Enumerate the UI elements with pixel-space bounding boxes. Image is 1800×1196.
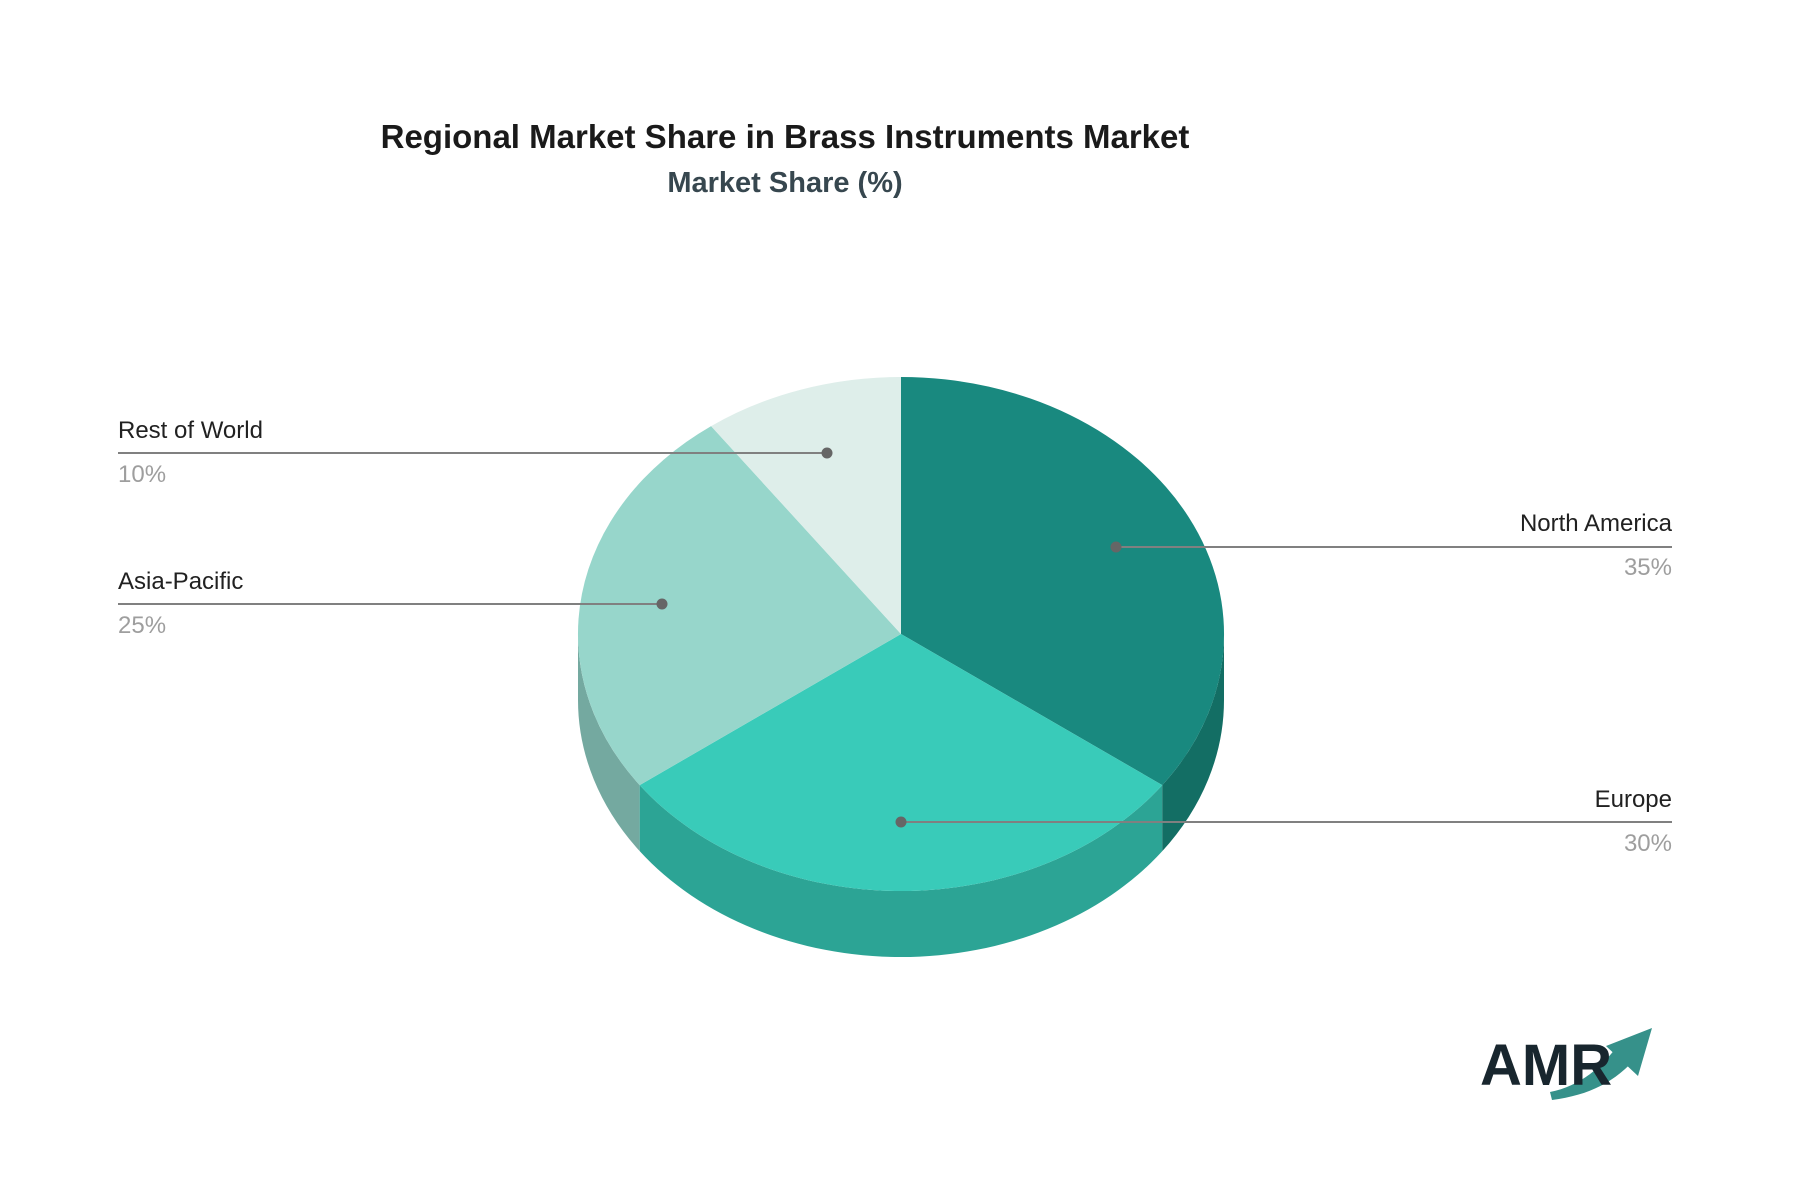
chart-canvas: Regional Market Share in Brass Instrumen…	[0, 0, 1800, 1196]
value-north-america: 35%	[1623, 554, 1672, 581]
amr-logo: AMR	[1480, 1036, 1670, 1126]
label-rest-of-world: Rest of World	[118, 417, 263, 444]
label-north-america: North America	[1519, 510, 1672, 537]
value-europe: 30%	[1623, 830, 1672, 857]
label-europe: Europe	[1594, 786, 1672, 813]
connector-dot-rest-of-world	[821, 447, 833, 459]
amr-logo-text: AMR	[1480, 1033, 1613, 1098]
connector-dot-europe	[895, 816, 907, 828]
value-asia-pacific: 25%	[118, 612, 167, 639]
connector-dot-north-america	[1110, 541, 1122, 553]
value-rest-of-world: 10%	[118, 461, 167, 488]
connector-dot-asia-pacific	[656, 598, 668, 610]
pie-chart-svg	[118, 377, 1672, 1100]
label-asia-pacific: Asia-Pacific	[118, 568, 244, 595]
